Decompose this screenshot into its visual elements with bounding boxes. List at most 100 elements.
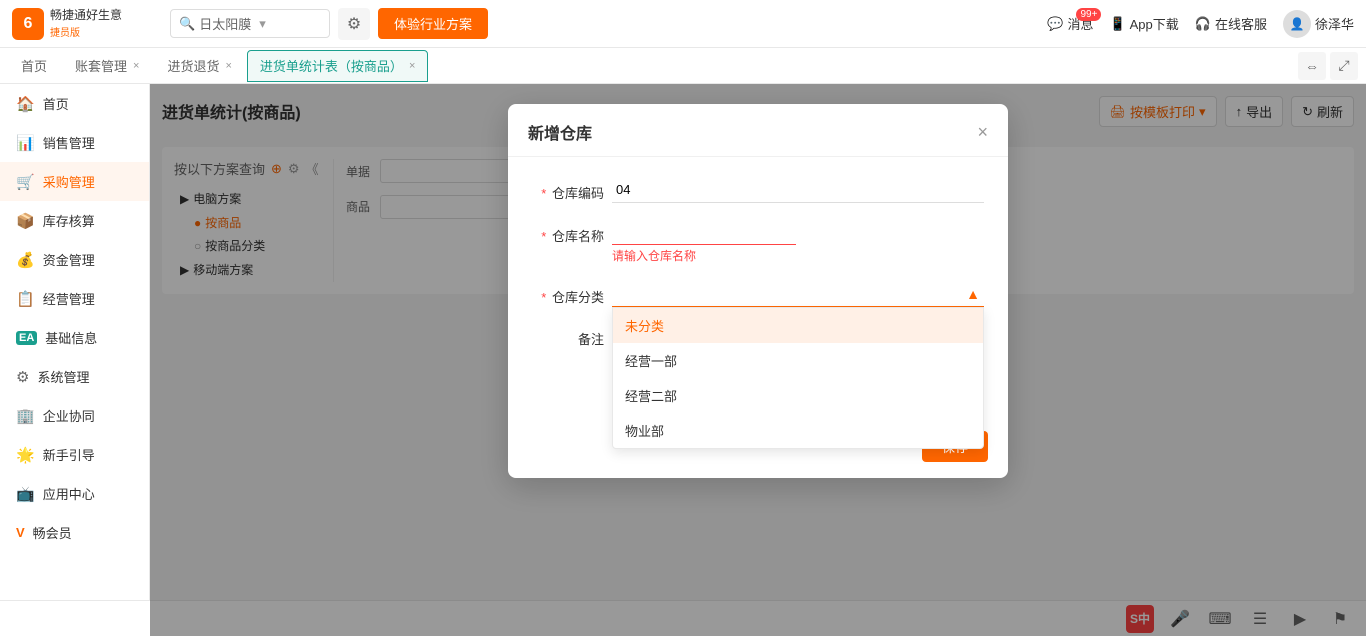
sidebar-label-purchase: 采购管理 — [43, 172, 95, 191]
add-warehouse-modal: 新增仓库 × * 仓库编码 — [508, 104, 1008, 478]
sidebar-label-newbie: 新手引导 — [43, 445, 95, 464]
sidebar-label-basic: 基础信息 — [45, 328, 97, 347]
tab-bar: 首页 账套管理 × 进货退货 × 进货单统计表（按商品） × ⇔ ⤢ — [0, 48, 1366, 84]
sidebar-item-appcenter[interactable]: 📺 应用中心 — [0, 474, 149, 513]
modal-overlay: 新增仓库 × * 仓库编码 — [150, 84, 1366, 636]
tab-account[interactable]: 账套管理 × — [62, 50, 152, 82]
dropdown-item-unclassified[interactable]: 未分类 — [613, 308, 983, 343]
search-icon: 🔍 — [179, 16, 195, 32]
form-row-category: * 仓库分类 ▲ 未分类 经 — [532, 281, 984, 307]
name-label: * 仓库名称 — [532, 220, 604, 245]
header-search[interactable]: 🔍 日太阳膜 ▾ — [170, 9, 330, 38]
sidebar-item-purchase[interactable]: 🛒 采购管理 — [0, 162, 149, 201]
enterprise-icon: 🏢 — [16, 407, 35, 425]
form-row-code: * 仓库编码 — [532, 177, 984, 203]
code-input[interactable] — [612, 177, 984, 203]
category-input-wrap: ▲ 未分类 经营一部 经营二部 — [612, 281, 984, 307]
logo-icon: 6 — [12, 8, 44, 40]
sidebar-label-finance: 资金管理 — [43, 250, 95, 269]
sidebar-label-inventory: 库存核算 — [43, 211, 95, 230]
sidebar-item-finance[interactable]: 💰 资金管理 — [0, 240, 149, 279]
message-icon: 💬 — [1047, 16, 1063, 32]
vip-icon: V — [16, 525, 25, 540]
sales-icon: 📊 — [16, 134, 35, 152]
app-download-item[interactable]: 📱 App下载 — [1109, 14, 1178, 33]
remark-label: 备注 — [532, 323, 604, 348]
inventory-icon: 📦 — [16, 212, 35, 230]
sidebar-item-sales[interactable]: 📊 销售管理 — [0, 123, 149, 162]
purchase-icon: 🛒 — [16, 173, 35, 191]
sidebar-label-home: 首页 — [43, 94, 69, 113]
sidebar-item-enterprise[interactable]: 🏢 企业协同 — [0, 396, 149, 435]
tab-home-label: 首页 — [21, 56, 47, 75]
dropdown-item-property[interactable]: 物业部 — [613, 413, 983, 448]
basic-icon: EA — [16, 331, 37, 345]
dropdown-item-dept1[interactable]: 经营一部 — [613, 343, 983, 378]
tab-expand-btn[interactable]: ⤢ — [1330, 52, 1358, 80]
home-icon: 🏠 — [16, 95, 35, 113]
gear-icon[interactable]: ⚙ — [338, 8, 370, 40]
tab-purchase-stat[interactable]: 进货单统计表（按商品） × — [247, 50, 428, 82]
operations-icon: 📋 — [16, 290, 35, 308]
sidebar-item-home[interactable]: 🏠 首页 — [0, 84, 149, 123]
phone-icon: 📱 — [1109, 16, 1125, 32]
tab-account-close[interactable]: × — [133, 60, 139, 72]
modal-close-button[interactable]: × — [977, 122, 988, 143]
top-header: 6 畅捷通好生意 捷员版 🔍 日太阳膜 ▾ ⚙ 体验行业方案 💬 消息 99+ … — [0, 0, 1366, 48]
dropdown-item-dept2-label: 经营二部 — [625, 389, 677, 404]
sidebar-item-system[interactable]: ⚙ 系统管理 — [0, 357, 149, 396]
chevron-down-icon: ▾ — [259, 16, 266, 32]
appcenter-icon: 📺 — [16, 485, 35, 503]
modal-title: 新增仓库 — [528, 120, 592, 144]
dropdown-item-unclassified-label: 未分类 — [625, 319, 664, 334]
tab-purchase-stat-close[interactable]: × — [409, 60, 415, 72]
modal-body: * 仓库编码 * 仓库名称 — [508, 157, 1008, 419]
sidebar-label-system: 系统管理 — [37, 367, 89, 386]
newbie-icon: 🌟 — [16, 446, 35, 464]
tab-collapse-btn[interactable]: ⇔ — [1298, 52, 1326, 80]
online-service-item[interactable]: 🎧 在线客服 — [1195, 14, 1267, 33]
code-label-text: 仓库编码 — [552, 186, 604, 201]
dropdown-item-dept2[interactable]: 经营二部 — [613, 378, 983, 413]
sidebar-label-enterprise: 企业协同 — [43, 406, 95, 425]
main-layout: 🏠 首页 📊 销售管理 🛒 采购管理 📦 库存核算 💰 资金管理 📋 经营管理 … — [0, 84, 1366, 636]
header-right: 💬 消息 99+ 📱 App下载 🎧 在线客服 👤 徐泽华 — [1047, 10, 1354, 38]
name-input[interactable] — [612, 219, 796, 245]
sidebar-item-inventory[interactable]: 📦 库存核算 — [0, 201, 149, 240]
sidebar-item-basic[interactable]: EA 基础信息 — [0, 318, 149, 357]
tab-home[interactable]: 首页 — [8, 50, 60, 82]
search-text: 日太阳膜 — [199, 14, 251, 33]
trial-button[interactable]: 体验行业方案 — [378, 8, 488, 39]
sidebar-item-newbie[interactable]: 🌟 新手引导 — [0, 435, 149, 474]
messages-item[interactable]: 💬 消息 99+ — [1047, 14, 1093, 33]
dropdown-item-dept1-label: 经营一部 — [625, 354, 677, 369]
category-label-text: 仓库分类 — [552, 290, 604, 305]
user-item[interactable]: 👤 徐泽华 — [1283, 10, 1354, 38]
logo-sub: 捷员版 — [50, 24, 122, 39]
category-input[interactable] — [612, 281, 984, 307]
sidebar-label-appcenter: 应用中心 — [43, 484, 95, 503]
tab-purchase-return[interactable]: 进货退货 × — [154, 50, 244, 82]
tab-purchase-return-close[interactable]: × — [225, 60, 231, 72]
tab-actions: ⇔ ⤢ — [1298, 52, 1358, 80]
category-dropdown: 未分类 经营一部 经营二部 物业部 — [612, 307, 984, 449]
headset-icon: 🎧 — [1195, 16, 1211, 32]
sidebar-label-vip: 畅会员 — [33, 523, 72, 542]
sidebar-label-operations: 经营管理 — [43, 289, 95, 308]
online-service-label: 在线客服 — [1215, 14, 1267, 33]
modal-header: 新增仓库 × — [508, 104, 1008, 157]
sidebar-item-operations[interactable]: 📋 经营管理 — [0, 279, 149, 318]
category-label: * 仓库分类 — [532, 281, 604, 306]
name-error-text: 请输入仓库名称 — [612, 249, 696, 263]
dropdown-item-property-label: 物业部 — [625, 424, 664, 439]
finance-icon: 💰 — [16, 251, 35, 269]
sidebar: 🏠 首页 📊 销售管理 🛒 采购管理 📦 库存核算 💰 资金管理 📋 经营管理 … — [0, 84, 150, 636]
tab-purchase-stat-label: 进货单统计表（按商品） — [260, 56, 403, 75]
sidebar-item-vip[interactable]: V 畅会员 — [0, 513, 149, 552]
name-label-text: 仓库名称 — [552, 229, 604, 244]
tab-purchase-return-label: 进货退货 — [167, 56, 219, 75]
username: 徐泽华 — [1315, 14, 1354, 33]
category-arrow-icon[interactable]: ▲ — [966, 286, 980, 302]
logo-title: 畅捷通好生意 — [50, 8, 122, 24]
sidebar-label-sales: 销售管理 — [43, 133, 95, 152]
